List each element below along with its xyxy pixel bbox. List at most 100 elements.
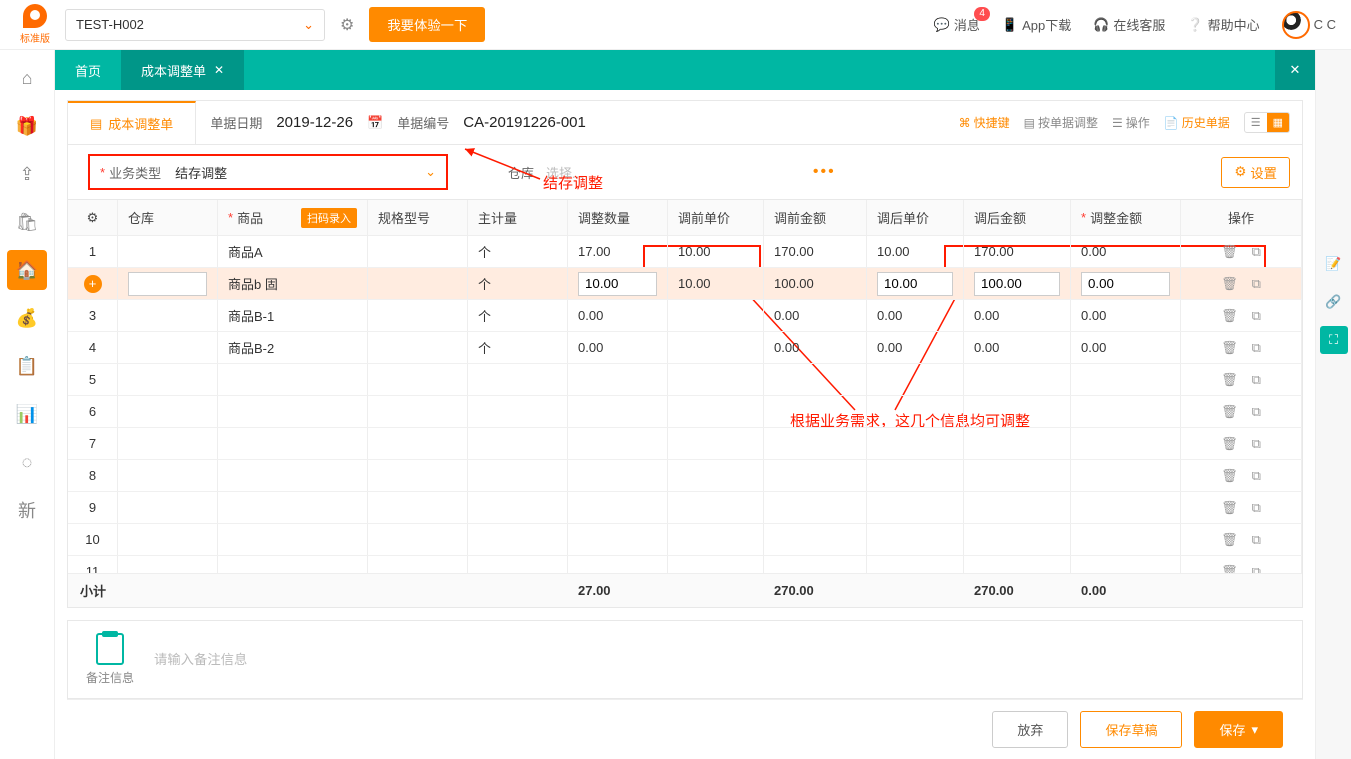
trial-button[interactable]: 我要体验一下: [369, 7, 485, 42]
cell-after-amount[interactable]: 0.00: [964, 332, 1071, 363]
cell-after-price[interactable]: 0.00: [867, 332, 964, 363]
cell-spec[interactable]: [368, 364, 468, 395]
nav-report-icon[interactable]: 📊: [7, 394, 47, 434]
calendar-icon[interactable]: 📅: [367, 115, 383, 131]
copy-icon[interactable]: ⧉: [1252, 500, 1261, 516]
cell-after-amount[interactable]: [964, 460, 1071, 491]
cell-spec[interactable]: [368, 428, 468, 459]
cell-qty[interactable]: 17.00: [568, 236, 668, 267]
document-tab[interactable]: ▤ 成本调整单: [68, 101, 196, 144]
delete-icon[interactable]: 🗑: [1221, 340, 1238, 356]
add-row-icon[interactable]: +: [84, 275, 102, 293]
cell-qty[interactable]: [568, 492, 668, 523]
cell-spec[interactable]: [368, 492, 468, 523]
discard-button[interactable]: 放弃: [992, 711, 1068, 748]
nav-new-icon[interactable]: 新: [7, 490, 47, 530]
table-row[interactable]: 1商品A个17.0010.00170.0010.00170.000.00🗑⧉: [68, 236, 1302, 268]
history-button[interactable]: 📄 历史单据: [1164, 114, 1230, 131]
cell-after-amount[interactable]: [964, 492, 1071, 523]
nav-sync-icon[interactable]: ◌: [7, 442, 47, 482]
copy-icon[interactable]: ⧉: [1252, 276, 1261, 292]
table-row[interactable]: +商品b 固个10.00100.00🗑⧉: [68, 268, 1302, 300]
cell-warehouse[interactable]: [118, 236, 218, 267]
th-qty[interactable]: 调整数量: [568, 200, 668, 235]
cell-adj-amount[interactable]: 0.00: [1071, 300, 1181, 331]
table-row[interactable]: 8🗑⧉: [68, 460, 1302, 492]
warehouse-select[interactable]: 仓库 选择...: [508, 163, 583, 182]
cell-adj-amount[interactable]: [1071, 428, 1181, 459]
delete-icon[interactable]: 🗑: [1221, 532, 1238, 548]
cell-adj-amount[interactable]: [1071, 524, 1181, 555]
cell-warehouse[interactable]: [118, 396, 218, 427]
cell-product[interactable]: 商品B-2: [218, 332, 368, 363]
cell-after-price[interactable]: [867, 460, 964, 491]
cell-after-amount[interactable]: 0.00: [964, 300, 1071, 331]
save-button[interactable]: 保存 ▾: [1194, 711, 1283, 748]
delete-icon[interactable]: 🗑: [1221, 436, 1238, 452]
th-settings[interactable]: ⚙: [68, 200, 118, 235]
cell-spec[interactable]: [368, 300, 468, 331]
cell-qty[interactable]: 0.00: [568, 332, 668, 363]
expand-icon[interactable]: ⛶: [1320, 326, 1348, 354]
cell-product[interactable]: [218, 556, 368, 573]
table-row[interactable]: 5🗑⧉: [68, 364, 1302, 396]
tab-home[interactable]: 首页: [55, 50, 121, 90]
cell-after-price[interactable]: [867, 268, 964, 299]
table-row[interactable]: 11🗑⧉: [68, 556, 1302, 573]
cell-product[interactable]: 商品B-1: [218, 300, 368, 331]
copy-icon[interactable]: ⧉: [1252, 564, 1261, 574]
messages-button[interactable]: 💬 消息 4: [934, 15, 980, 34]
cell-adj-amount[interactable]: 0.00: [1071, 236, 1181, 267]
table-row[interactable]: 6🗑⧉: [68, 396, 1302, 428]
date-value[interactable]: 2019-12-26: [276, 114, 353, 131]
delete-icon[interactable]: 🗑: [1221, 372, 1238, 388]
cell-product[interactable]: 商品A: [218, 236, 368, 267]
cell-adj-amount[interactable]: [1071, 364, 1181, 395]
cell-qty[interactable]: [568, 556, 668, 573]
nav-home-icon[interactable]: ⌂: [7, 58, 47, 98]
table-row[interactable]: 3商品B-1个0.000.000.000.000.00🗑⧉: [68, 300, 1302, 332]
scan-button[interactable]: 扫码录入: [301, 208, 357, 228]
cell-warehouse[interactable]: [118, 364, 218, 395]
th-uom[interactable]: 主计量: [468, 200, 568, 235]
delete-icon[interactable]: 🗑: [1221, 404, 1238, 420]
cell-qty[interactable]: [568, 396, 668, 427]
cell-warehouse[interactable]: [118, 332, 218, 363]
settings-button[interactable]: ⚙ 设置: [1221, 157, 1290, 188]
cell-after-amount[interactable]: [964, 364, 1071, 395]
th-warehouse[interactable]: 仓库: [118, 200, 218, 235]
delete-icon[interactable]: 🗑: [1221, 244, 1238, 260]
nav-money-icon[interactable]: 💰: [7, 298, 47, 338]
cell-after-amount[interactable]: [964, 268, 1071, 299]
cell-warehouse[interactable]: [118, 460, 218, 491]
cell-after-price[interactable]: [867, 524, 964, 555]
online-service-button[interactable]: 🎧 在线客服: [1093, 15, 1165, 34]
cell-product[interactable]: [218, 524, 368, 555]
copy-icon[interactable]: ⧉: [1252, 340, 1261, 356]
view-toggle[interactable]: ☰ ▦: [1244, 112, 1290, 133]
table-row[interactable]: 10🗑⧉: [68, 524, 1302, 556]
table-row[interactable]: 7🗑⧉: [68, 428, 1302, 460]
nav-bag-icon[interactable]: 🛍: [7, 202, 47, 242]
cell-warehouse[interactable]: [118, 492, 218, 523]
cell-after-amount[interactable]: [964, 428, 1071, 459]
close-all-tabs[interactable]: ✕: [1275, 50, 1315, 90]
remarks-input[interactable]: [154, 652, 1284, 667]
th-product[interactable]: *商品 扫码录入: [218, 200, 368, 235]
more-icon[interactable]: •••: [813, 163, 836, 181]
cell-qty[interactable]: [568, 428, 668, 459]
delete-icon[interactable]: 🗑: [1221, 308, 1238, 324]
cell-after-price[interactable]: [867, 428, 964, 459]
delete-icon[interactable]: 🗑: [1221, 500, 1238, 516]
save-draft-button[interactable]: 保存草稿: [1080, 711, 1182, 748]
qty-input[interactable]: [578, 272, 657, 296]
cell-spec[interactable]: [368, 524, 468, 555]
warehouse-input[interactable]: [128, 272, 207, 296]
cell-warehouse[interactable]: [118, 300, 218, 331]
copy-icon[interactable]: ⧉: [1252, 372, 1261, 388]
cell-spec[interactable]: [368, 268, 468, 299]
cell-warehouse[interactable]: [118, 268, 218, 299]
cell-qty[interactable]: 0.00: [568, 300, 668, 331]
cell-product[interactable]: [218, 492, 368, 523]
cell-after-price[interactable]: [867, 492, 964, 523]
